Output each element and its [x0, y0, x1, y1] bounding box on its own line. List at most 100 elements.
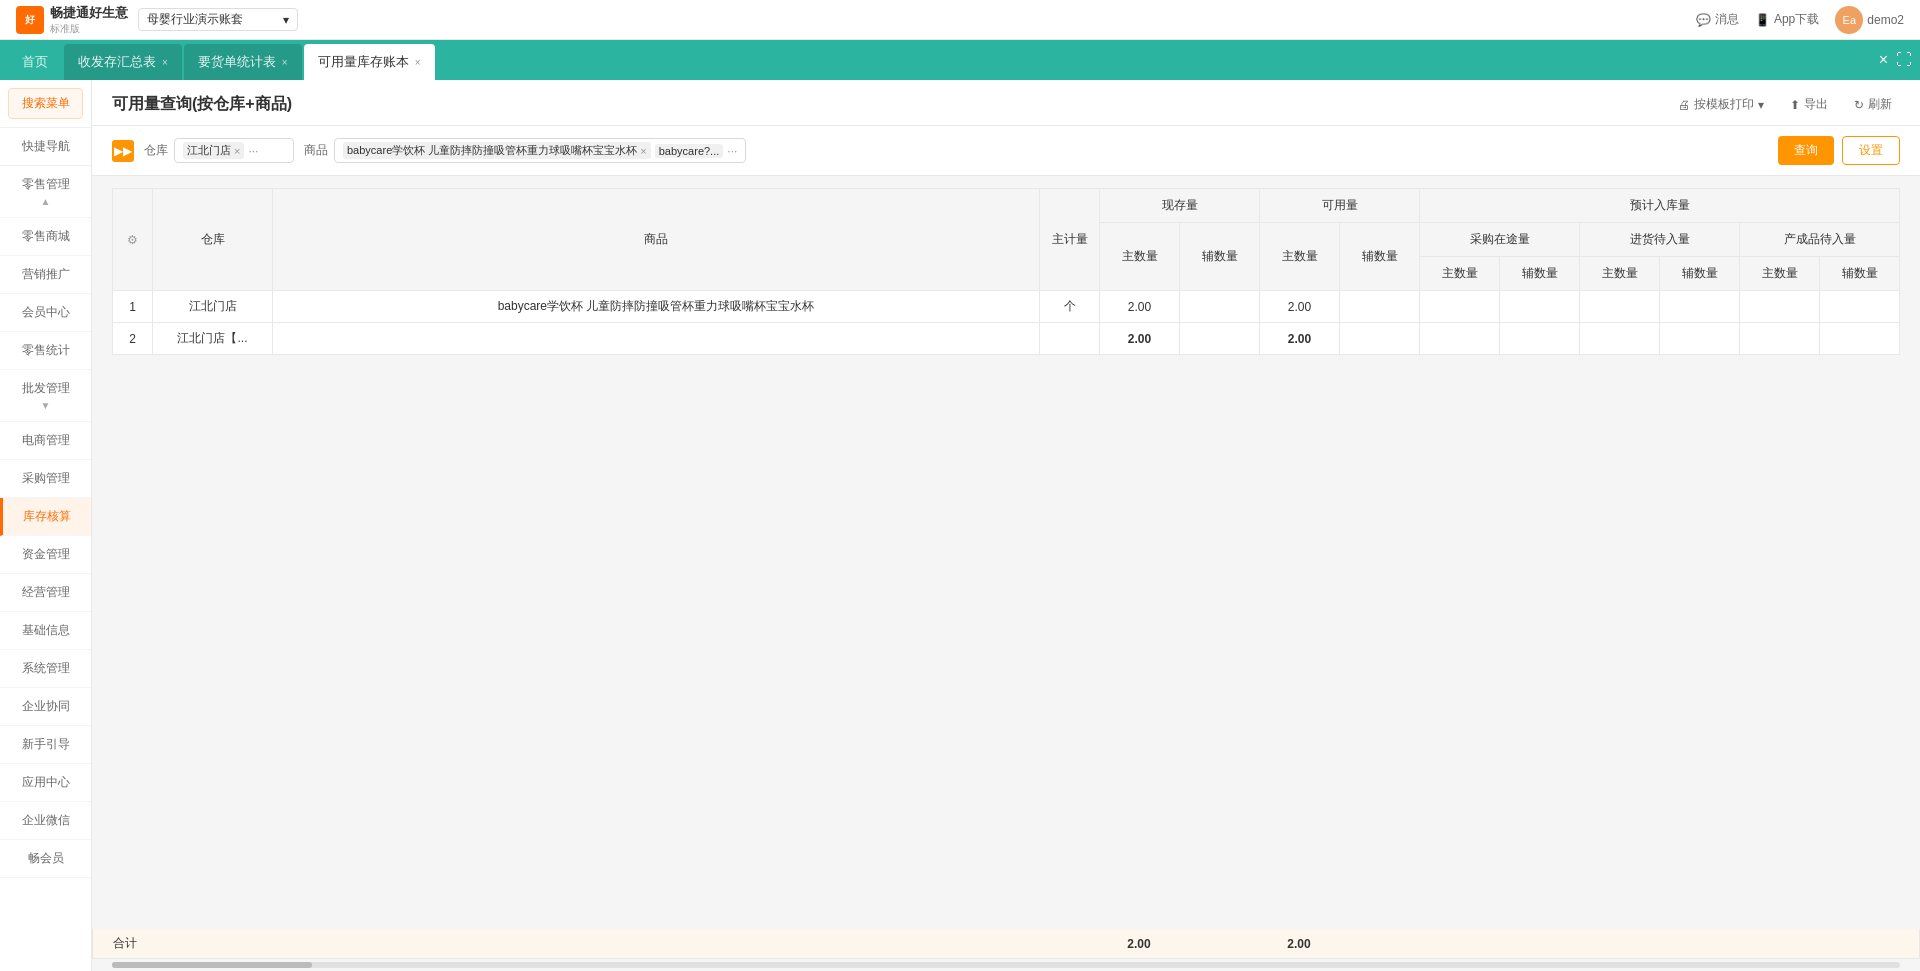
warehouse-more-btn[interactable]: ··· — [248, 144, 258, 158]
row2-avail-main: 2.00 — [1260, 323, 1340, 355]
sidebar-item-finance-mgmt[interactable]: 资金管理 — [0, 536, 91, 574]
message-btn[interactable]: 💬 消息 — [1696, 11, 1739, 28]
sidebar-item-app-center[interactable]: 应用中心 — [0, 764, 91, 802]
refresh-btn[interactable]: ↻ 刷新 — [1846, 92, 1900, 117]
sidebar-item-inventory-check[interactable]: 库存核算 — [0, 498, 91, 536]
tab-order-stats-close[interactable]: × — [282, 57, 288, 68]
row1-product: babycare学饮杯 儿童防摔防撞吸管杯重力球吸嘴杯宝宝水杯 — [273, 291, 1040, 323]
th-current-aux: 辅数量 — [1180, 223, 1260, 291]
sidebar-item-app-center-label: 应用中心 — [22, 774, 70, 791]
th-production-main: 主数量 — [1740, 257, 1820, 291]
product-more-btn[interactable]: ··· — [727, 144, 737, 158]
sidebar-item-vip-member[interactable]: 畅会员 — [0, 840, 91, 878]
th-current-stock: 现存量 — [1100, 189, 1260, 223]
nav-expand-btn[interactable]: ⛶ — [1896, 51, 1912, 69]
tab-order-stats-label: 要货单统计表 — [198, 53, 276, 71]
sidebar-item-new-guide[interactable]: 新手引导 — [0, 726, 91, 764]
industry-selector[interactable]: 母婴行业演示账套 — [138, 8, 298, 31]
row2-avail-aux — [1340, 323, 1420, 355]
tab-home[interactable]: 首页 — [8, 44, 62, 80]
sidebar-item-retail-mall[interactable]: 零售商城 — [0, 218, 91, 256]
product-input[interactable]: babycare学饮杯 儿童防摔防撞吸管杯重力球吸嘴杯宝宝水杯 × babyca… — [334, 138, 746, 163]
page-title: 可用量查询(按仓库+商品) — [112, 94, 292, 115]
page-header: 可用量查询(按仓库+商品) 🖨 按模板打印 ⬆ 导出 ↻ 刷新 — [92, 80, 1920, 126]
filter-area: ▶▶ 仓库 江北门店 × ··· 商品 babycare学饮杯 儿童防摔防撞吸管… — [92, 126, 1920, 176]
sidebar-quick-nav-area: 快捷导航 — [0, 128, 91, 166]
sidebar-item-retail-mgmt[interactable]: 零售管理 ▲ — [0, 166, 91, 218]
print-icon: 🖨 — [1678, 98, 1690, 112]
quick-nav-btn[interactable]: 快捷导航 — [0, 132, 91, 161]
th-warehouse: 仓库 — [153, 189, 273, 291]
row1-inbound-aux — [1660, 291, 1740, 323]
th-inbound-pending: 进货待入量 — [1580, 223, 1740, 257]
th-avail-aux: 辅数量 — [1340, 223, 1420, 291]
sidebar-item-basic-info-label: 基础信息 — [22, 622, 70, 639]
row2-production-aux — [1820, 323, 1900, 355]
product-tag2: babycare?... — [655, 144, 724, 158]
sidebar-item-purchase-mgmt-label: 采购管理 — [22, 470, 70, 487]
table-row: 2 江北门店【... 2.00 2.00 — [113, 323, 1900, 355]
tab-available-inventory-close[interactable]: × — [415, 57, 421, 68]
row2-inbound-main — [1580, 323, 1660, 355]
table-settings-icon[interactable] — [127, 233, 138, 247]
query-btn[interactable]: 查询 — [1778, 136, 1834, 165]
sidebar-item-enterprise-wechat[interactable]: 企业微信 — [0, 802, 91, 840]
sidebar-item-system-mgmt[interactable]: 系统管理 — [0, 650, 91, 688]
tab-receive-summary[interactable]: 收发存汇总表 × — [64, 44, 182, 80]
th-current-main: 主数量 — [1100, 223, 1180, 291]
row2-inbound-aux — [1660, 323, 1740, 355]
sidebar-item-marketing-label: 营销推广 — [22, 266, 70, 283]
horizontal-scrollbar[interactable] — [92, 959, 1920, 971]
row1-warehouse: 江北门店 — [153, 291, 273, 323]
tab-receive-summary-label: 收发存汇总表 — [78, 53, 156, 71]
user-profile[interactable]: Ea demo2 — [1835, 6, 1904, 34]
th-main-unit: 主计量 — [1040, 189, 1100, 291]
sidebar-item-member-center[interactable]: 会员中心 — [0, 294, 91, 332]
th-available: 可用量 — [1260, 189, 1420, 223]
product-tag1-close[interactable]: × — [640, 145, 646, 157]
row1-purchase-aux — [1500, 291, 1580, 323]
row2-warehouse: 江北门店【... — [153, 323, 273, 355]
data-table: 仓库 商品 主计量 现存量 可用量 — [112, 188, 1900, 355]
app-download-btn[interactable]: 📱 App下载 — [1755, 11, 1819, 28]
row1-production-main — [1740, 291, 1820, 323]
tab-available-inventory[interactable]: 可用量库存账本 × — [304, 44, 435, 80]
warehouse-input[interactable]: 江北门店 × ··· — [174, 138, 294, 163]
sidebar-item-wholesale-mgmt[interactable]: 批发管理 ▼ — [0, 370, 91, 422]
nav-tabs: 首页 收发存汇总表 × 要货单统计表 × 可用量库存账本 × × ⛶ — [0, 40, 1920, 80]
row1-production-aux — [1820, 291, 1900, 323]
th-production-pending: 产成品待入量 — [1740, 223, 1900, 257]
sidebar-item-purchase-mgmt[interactable]: 采购管理 — [0, 460, 91, 498]
sidebar-item-enterprise-collab[interactable]: 企业协同 — [0, 688, 91, 726]
nav-close-btn[interactable]: × — [1879, 51, 1888, 69]
sidebar-item-marketing[interactable]: 营销推广 — [0, 256, 91, 294]
print-label: 按模板打印 — [1694, 96, 1754, 113]
print-template-btn[interactable]: 🖨 按模板打印 — [1670, 92, 1772, 117]
settings-btn[interactable]: 设置 — [1842, 136, 1900, 165]
message-icon: 💬 — [1696, 13, 1711, 27]
tab-order-stats[interactable]: 要货单统计表 × — [184, 44, 302, 80]
chevron-down-print-icon — [1758, 98, 1764, 112]
chevron-down-icon — [283, 13, 289, 27]
row1-purchase-main — [1420, 291, 1500, 323]
search-menu-btn[interactable]: 搜索菜单 — [8, 88, 83, 119]
sidebar-item-ops-mgmt[interactable]: 经营管理 — [0, 574, 91, 612]
warehouse-tag-close[interactable]: × — [234, 145, 240, 157]
user-name: demo2 — [1867, 13, 1904, 27]
sidebar-item-retail-stats-label: 零售统计 — [22, 342, 70, 359]
th-inbound-aux: 辅数量 — [1660, 257, 1740, 291]
export-btn[interactable]: ⬆ 导出 — [1782, 92, 1836, 117]
warehouse-filter-label: 仓库 — [144, 142, 168, 159]
sidebar-item-basic-info[interactable]: 基础信息 — [0, 612, 91, 650]
chevron-down-wholesale-icon: ▼ — [41, 400, 51, 411]
tab-receive-summary-close[interactable]: × — [162, 57, 168, 68]
row2-product — [273, 323, 1040, 355]
sidebar-item-ecommerce-mgmt[interactable]: 电商管理 — [0, 422, 91, 460]
sidebar-item-ops-mgmt-label: 经营管理 — [22, 584, 70, 601]
app-icon: 📱 — [1755, 13, 1770, 27]
sidebar-item-retail-stats[interactable]: 零售统计 — [0, 332, 91, 370]
filter-toggle-btn[interactable]: ▶▶ — [112, 140, 134, 162]
scroll-thumb[interactable] — [112, 962, 312, 968]
sidebar-item-new-guide-label: 新手引导 — [22, 736, 70, 753]
table-footer: 合计 2.00 2.00 — [92, 929, 1920, 959]
